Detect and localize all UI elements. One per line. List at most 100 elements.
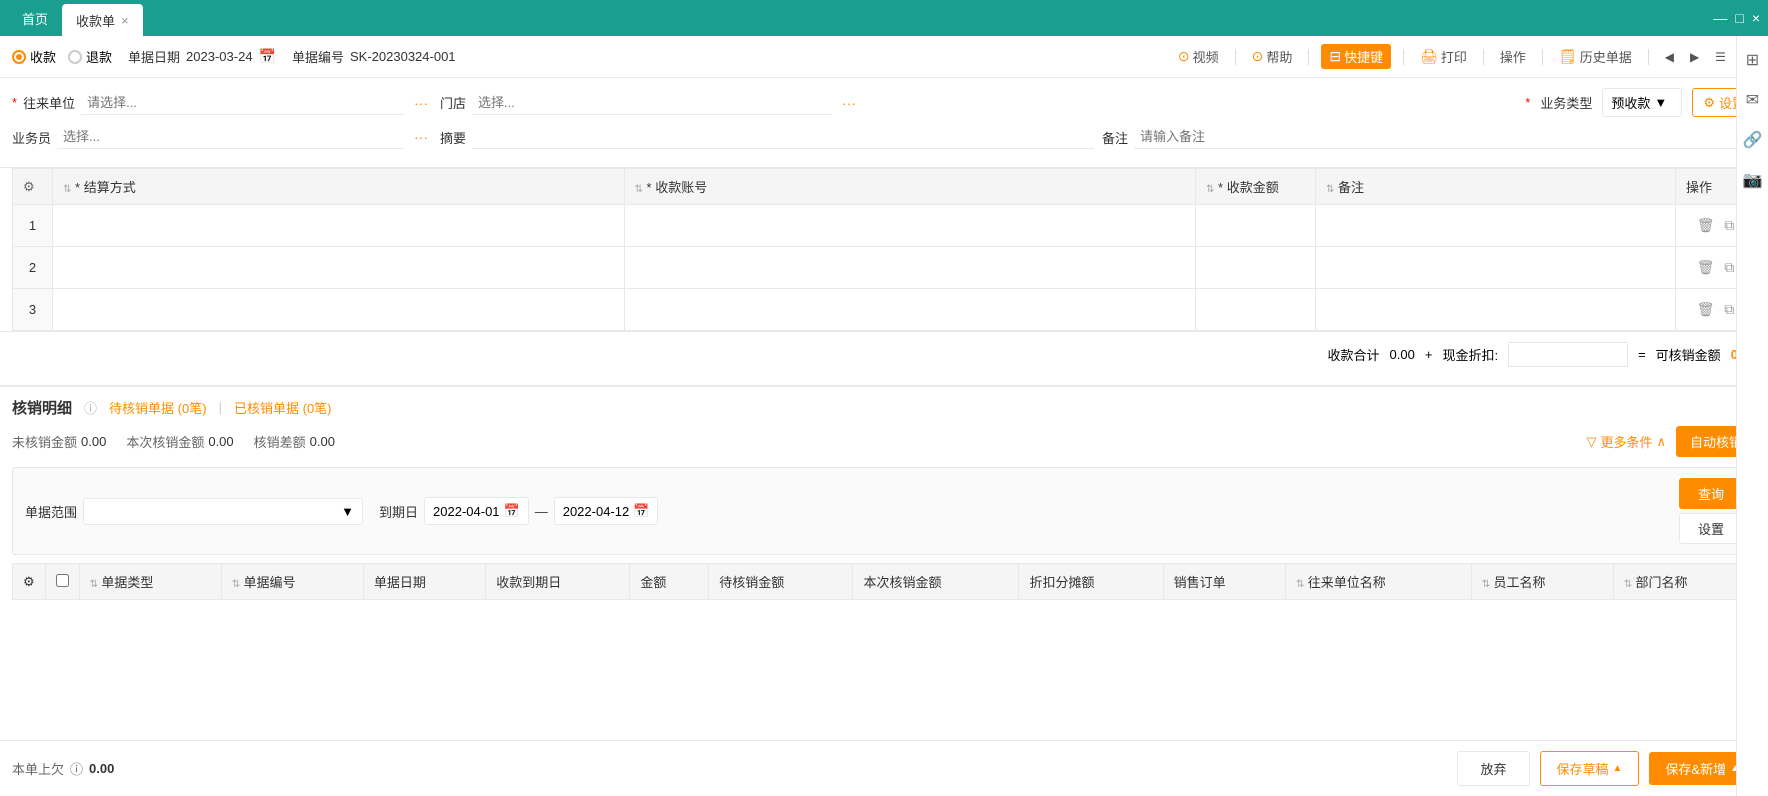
bottom-table-container: ⚙ ⇅ 单据类型 ⇅ 单据编号 [12, 563, 1756, 600]
counterpart-required: * [12, 95, 17, 110]
nav-prev-btn[interactable]: ◀ [1661, 50, 1678, 64]
pending-tab[interactable]: 待核销单据 (0笔) [109, 398, 207, 417]
row2-amount[interactable] [1196, 247, 1316, 289]
row2-remark[interactable] [1316, 247, 1676, 289]
radio-receipt-dot [12, 50, 26, 64]
row1-account[interactable] [624, 205, 1196, 247]
row1-settlement[interactable] [53, 205, 625, 247]
row2-account[interactable] [624, 247, 1196, 289]
row-num-1: 1 [13, 205, 53, 247]
date-from-value: 2022-04-01 [433, 504, 500, 519]
form-row-2: 业务员 ··· 摘要 备注 [12, 125, 1756, 149]
top-toolbar: 收款 退款 单据日期 2023-03-24 📅 单据编号 SK-20230324… [0, 36, 1768, 78]
select-all-checkbox[interactable] [56, 574, 69, 587]
row1-remark[interactable] [1316, 205, 1676, 247]
row-num-3: 3 [13, 289, 53, 331]
row3-copy-icon[interactable]: ⧉ [1724, 301, 1734, 317]
business-type-required: * [1525, 95, 1530, 110]
counterpart-more-btn[interactable]: ··· [410, 95, 432, 111]
tab-close-icon[interactable]: × [121, 13, 129, 28]
row1-delete-icon[interactable]: 🗑 [1697, 217, 1715, 233]
radio-receipt[interactable]: 收款 [12, 47, 56, 66]
row3-remark[interactable] [1316, 289, 1676, 331]
calendar-from-icon: 📅 [504, 503, 520, 519]
operations-btn[interactable]: 操作 [1496, 47, 1530, 66]
gear-bottom-icon[interactable]: ⚙ [23, 574, 35, 589]
save-draft-btn[interactable]: 保存草稿 ▲ [1540, 751, 1640, 786]
tab-receipt[interactable]: 收款单 × [62, 4, 143, 36]
table-gear-icon[interactable]: ⚙ [23, 179, 35, 194]
staff-more-btn[interactable]: ··· [410, 129, 432, 145]
filter-actions: 查询 设置 [1679, 478, 1743, 544]
equals-sign: = [1638, 347, 1646, 362]
col-remark: ⇅ 备注 [1316, 169, 1676, 205]
business-type-select[interactable]: 预收款 ▼ [1602, 88, 1682, 117]
filter-icon: ▽ [1586, 434, 1596, 450]
sidebar-table-icon[interactable]: ⊞ [1740, 44, 1765, 76]
help-btn[interactable]: ⊙ 帮助 [1248, 47, 1297, 66]
row2-settlement[interactable] [53, 247, 625, 289]
close-btn[interactable]: × [1752, 10, 1760, 26]
discard-btn[interactable]: 放弃 [1457, 751, 1529, 786]
form-row-1: * 往来单位 ··· 门店 ··· * 业务类型 预收款 ▼ ⚙ 设置 [12, 88, 1756, 117]
radio-refund-dot [68, 50, 82, 64]
history-btn[interactable]: 🗒 历史单据 [1555, 47, 1636, 66]
hexiao-info-icon[interactable]: ⓘ [84, 398, 97, 417]
nav-next-btn[interactable]: ▶ [1686, 50, 1703, 64]
staff-input[interactable] [57, 125, 404, 149]
maximize-btn[interactable]: □ [1735, 10, 1743, 26]
date-field-group: 单据日期 2023-03-24 📅 [128, 47, 276, 66]
shortcut-btn[interactable]: ⊟ 快捷键 [1321, 44, 1391, 69]
date-to-input[interactable]: 2022-04-12 📅 [554, 497, 659, 525]
range-select[interactable]: ▼ [83, 498, 363, 525]
discount-input[interactable] [1508, 342, 1628, 367]
done-tab[interactable]: 已核销单据 (0笔) [234, 398, 332, 417]
counterpart-input[interactable] [81, 91, 404, 115]
toolbar-right: ⊙ 视频 ⊙ 帮助 ⊟ 快捷键 🖨 打印 操作 [1174, 44, 1756, 69]
receipt-refund-radio: 收款 退款 [12, 47, 112, 66]
row3-delete-icon[interactable]: 🗑 [1697, 301, 1715, 317]
main-content: 收款 退款 单据日期 2023-03-24 📅 单据编号 SK-20230324… [0, 36, 1768, 796]
footer-right: 放弃 保存草稿 ▲ 保存&新增 ▲ [1457, 751, 1756, 786]
range-arrow-icon: ▼ [341, 504, 354, 519]
list-view-btn[interactable]: ☰ [1711, 50, 1730, 64]
row3-amount[interactable] [1196, 289, 1316, 331]
col-amount: ⇅ * 收款金额 [1196, 169, 1316, 205]
note-input[interactable] [1134, 125, 1756, 149]
sidebar-email-icon[interactable]: ✉ [1740, 84, 1765, 116]
video-btn[interactable]: ⊙ 视频 [1174, 47, 1223, 66]
filter-right: ▽ 更多条件 ∧ 自动核销 [1586, 426, 1756, 457]
business-type-value: 预收款 [1611, 93, 1650, 112]
query-btn[interactable]: 查询 [1679, 478, 1743, 509]
counterpart-label: 往来单位 [23, 93, 75, 112]
receipt-table: ⚙ ⇅ * 结算方式 ⇅ * 收款账号 ⇅ * 收款 [12, 168, 1756, 331]
due-date-field: 到期日 2022-04-01 📅 — 2022-04-12 📅 [379, 497, 658, 525]
check-all-header: ⚙ [13, 564, 46, 600]
row3-account[interactable] [624, 289, 1196, 331]
divider1 [1235, 49, 1236, 65]
more-conditions-btn[interactable]: ▽ 更多条件 ∧ [1586, 432, 1666, 451]
store-input[interactable] [472, 91, 832, 115]
store-field: 门店 ··· [440, 91, 860, 115]
sidebar-camera-icon[interactable]: 📷 [1737, 164, 1768, 196]
print-btn[interactable]: 🖨 打印 [1416, 47, 1471, 66]
tab-home[interactable]: 首页 [8, 0, 62, 36]
hexiao-title: 核销明细 [12, 397, 72, 418]
calendar-icon[interactable]: 📅 [259, 48, 276, 65]
checkbox-header [45, 564, 79, 600]
sidebar-link-icon[interactable]: 🔗 [1737, 124, 1768, 156]
col-doc-number: ⇅ 单据编号 [221, 564, 363, 600]
radio-refund-label: 退款 [86, 47, 112, 66]
summary-input[interactable] [472, 125, 1094, 149]
video-icon: ⊙ [1178, 48, 1190, 65]
row1-copy-icon[interactable]: ⧉ [1724, 217, 1734, 233]
minimize-btn[interactable]: — [1713, 10, 1727, 26]
store-more-btn[interactable]: ··· [838, 95, 860, 111]
radio-refund[interactable]: 退款 [68, 47, 112, 66]
date-from-input[interactable]: 2022-04-01 📅 [424, 497, 529, 525]
row2-delete-icon[interactable]: 🗑 [1697, 259, 1715, 275]
row1-amount[interactable] [1196, 205, 1316, 247]
row2-copy-icon[interactable]: ⧉ [1724, 259, 1734, 275]
row3-settlement[interactable] [53, 289, 625, 331]
filter-settings-btn[interactable]: 设置 [1679, 513, 1743, 544]
